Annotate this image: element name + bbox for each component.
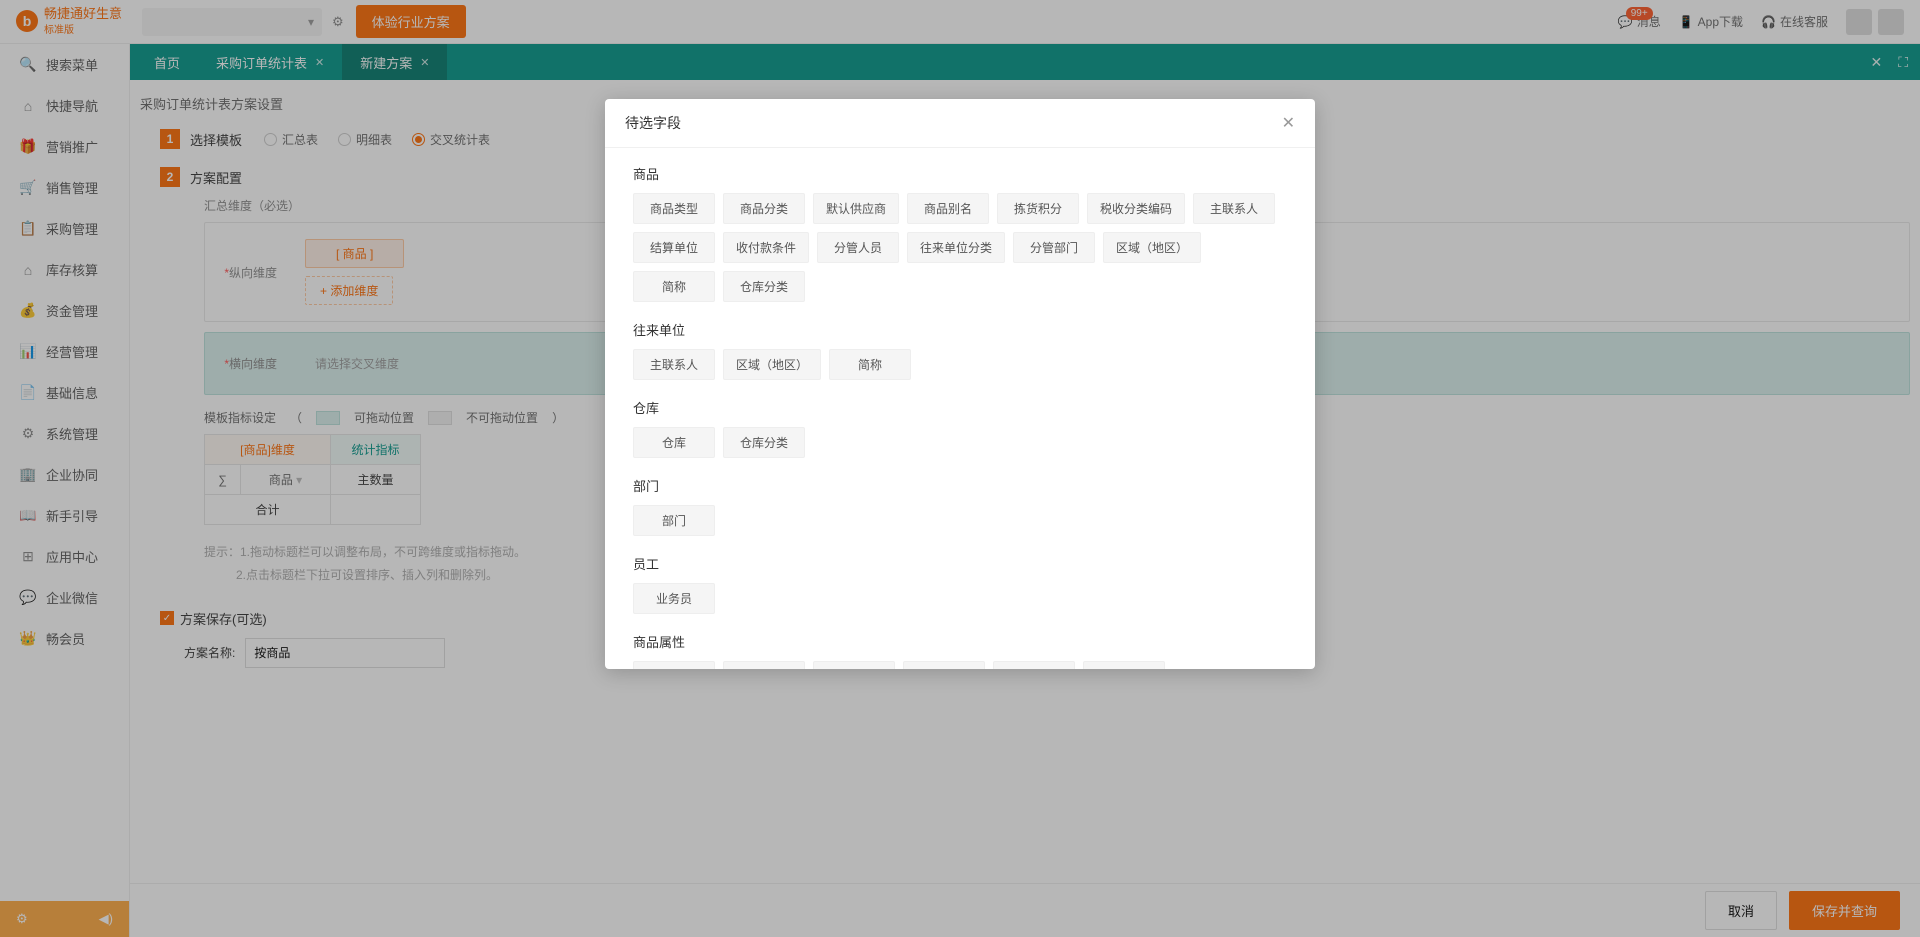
- field-group: 仓库仓库仓库分类: [633, 398, 1287, 458]
- field-chip[interactable]: 1: [1083, 661, 1165, 669]
- field-group-title: 商品: [633, 164, 1287, 183]
- field-group: 商品属性属性颜色多规格尺码鞋码 1: [633, 632, 1287, 669]
- field-group-title: 部门: [633, 476, 1287, 495]
- field-chip[interactable]: 颜色: [723, 661, 805, 669]
- field-chip[interactable]: 收付款条件: [723, 232, 809, 263]
- modal-header: 待选字段 ✕: [605, 99, 1315, 148]
- field-chip-grid: 主联系人区域（地区） 简称: [633, 349, 1287, 380]
- field-chip[interactable]: 区域（地区）: [723, 349, 821, 380]
- field-selector-modal: 待选字段 ✕ 商品商品类型商品分类默认供应商商品别名拣货积分税收分类编码主联系人…: [605, 99, 1315, 669]
- modal-title: 待选字段: [625, 113, 681, 133]
- field-chip[interactable]: 区域（地区）: [1103, 232, 1201, 263]
- field-chip-grid: 业务员: [633, 583, 1287, 614]
- field-group: 商品商品类型商品分类默认供应商商品别名拣货积分税收分类编码主联系人结算单位收付款…: [633, 164, 1287, 302]
- field-group: 部门部门: [633, 476, 1287, 536]
- field-chip-grid: 仓库仓库分类: [633, 427, 1287, 458]
- modal-close-button[interactable]: ✕: [1282, 113, 1295, 133]
- field-chip[interactable]: 税收分类编码: [1087, 193, 1185, 224]
- field-chip[interactable]: 商品别名: [907, 193, 989, 224]
- field-group-title: 员工: [633, 554, 1287, 573]
- field-group-title: 商品属性: [633, 632, 1287, 651]
- field-chip[interactable]: 拣货积分: [997, 193, 1079, 224]
- field-chip[interactable]: 主联系人: [1193, 193, 1275, 224]
- field-chip[interactable]: 结算单位: [633, 232, 715, 263]
- field-group: 往来单位主联系人区域（地区） 简称: [633, 320, 1287, 380]
- field-chip[interactable]: 仓库分类: [723, 427, 805, 458]
- field-chip[interactable]: 往来单位分类: [907, 232, 1005, 263]
- field-chip[interactable]: 尺码: [903, 661, 985, 669]
- field-chip[interactable]: 业务员: [633, 583, 715, 614]
- field-chip[interactable]: 仓库分类: [723, 271, 805, 302]
- field-chip[interactable]: 部门: [633, 505, 715, 536]
- field-chip[interactable]: 分管人员: [817, 232, 899, 263]
- field-chip-grid: 属性颜色多规格尺码鞋码 1: [633, 661, 1287, 669]
- field-group-title: 仓库: [633, 398, 1287, 417]
- field-chip-grid: 商品类型商品分类默认供应商商品别名拣货积分税收分类编码主联系人结算单位收付款条件…: [633, 193, 1287, 302]
- field-chip[interactable]: 属性: [633, 661, 715, 669]
- field-chip[interactable]: 仓库: [633, 427, 715, 458]
- field-chip[interactable]: 多规格: [813, 661, 895, 669]
- field-chip[interactable]: 简称: [633, 271, 715, 302]
- field-chip[interactable]: 分管部门: [1013, 232, 1095, 263]
- field-chip[interactable]: 商品类型: [633, 193, 715, 224]
- field-chip[interactable]: 默认供应商: [813, 193, 899, 224]
- field-group-title: 往来单位: [633, 320, 1287, 339]
- field-chip[interactable]: 商品分类: [723, 193, 805, 224]
- field-chip[interactable]: 主联系人: [633, 349, 715, 380]
- field-group: 员工业务员: [633, 554, 1287, 614]
- field-chip[interactable]: 简称: [829, 349, 911, 380]
- field-chip[interactable]: 鞋码: [993, 661, 1075, 669]
- modal-body: 商品商品类型商品分类默认供应商商品别名拣货积分税收分类编码主联系人结算单位收付款…: [605, 148, 1315, 669]
- field-chip-grid: 部门: [633, 505, 1287, 536]
